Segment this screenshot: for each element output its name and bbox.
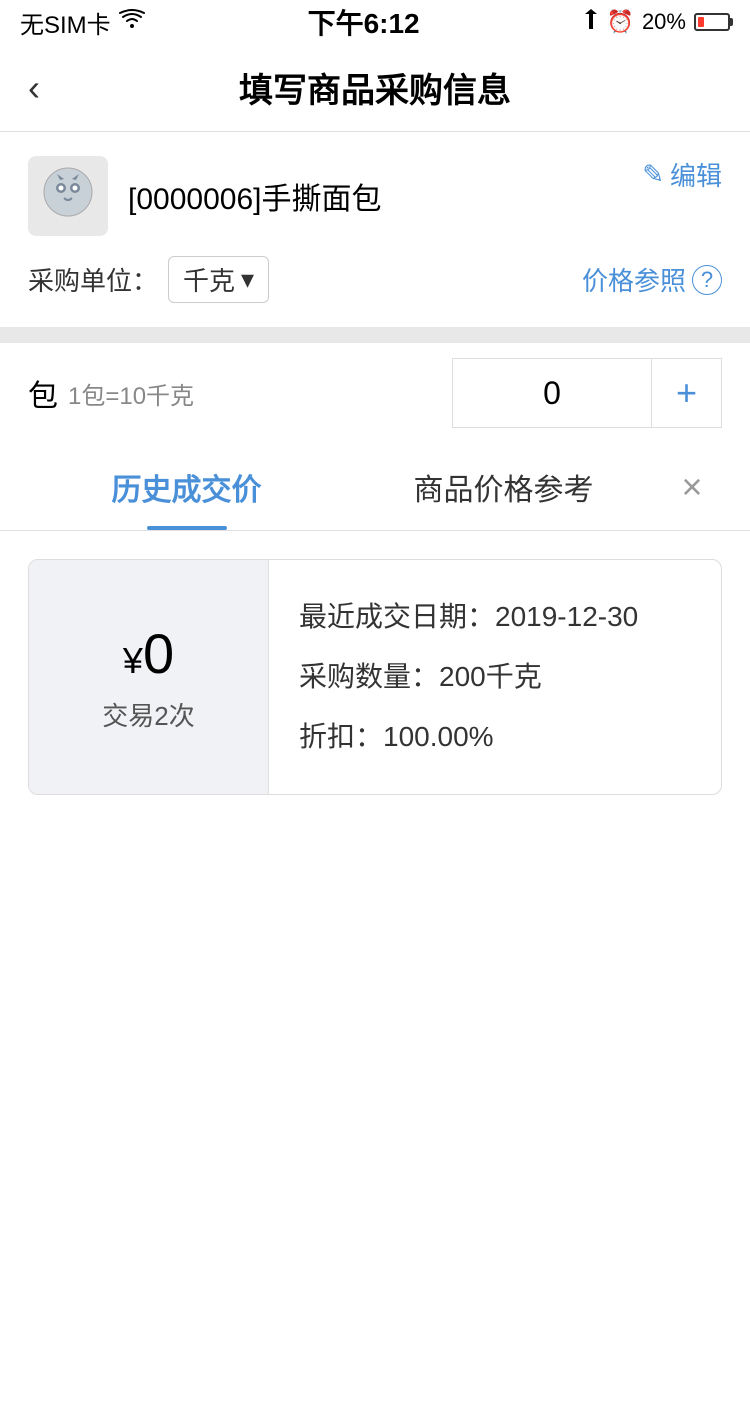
tab-price-ref-label: 商品价格参考 (414, 465, 594, 509)
currency-symbol: ¥ (123, 640, 143, 681)
wifi-icon (119, 8, 145, 36)
unit-selector[interactable]: 千克 ▾ (168, 256, 269, 303)
carrier-label: 无SIM卡 (20, 5, 111, 40)
edit-label: 编辑 (670, 156, 722, 193)
alarm-icon: ⏰ (607, 9, 634, 35)
section-divider (0, 327, 750, 343)
tab-active-indicator (147, 526, 227, 530)
product-info-left: [0000006]手撕面包 (28, 156, 381, 236)
status-bar: 无SIM卡 下午6:12 ⏰ 20% (0, 0, 750, 44)
card-price-value: ¥0 (123, 621, 174, 686)
product-image (28, 156, 108, 236)
status-bar-left: 无SIM卡 (20, 5, 145, 40)
battery-percentage: 20% (642, 9, 686, 35)
panel-close-button[interactable]: × (662, 457, 722, 517)
quantity-input-group: + (452, 358, 722, 428)
recent-date-row: 最近成交日期：2019-12-30 (299, 596, 691, 638)
dropdown-icon: ▾ (241, 264, 254, 295)
edit-icon: ✎ (642, 159, 664, 190)
nav-bar: ‹ 填写商品采购信息 (0, 44, 750, 132)
help-icon: ? (692, 265, 722, 295)
status-bar-right: ⏰ 20% (583, 9, 730, 35)
trade-count: 交易2次 (102, 696, 194, 733)
tab-bar: 历史成交价 商品价格参考 × (0, 443, 750, 531)
back-button[interactable]: ‹ (28, 67, 40, 109)
product-section: [0000006]手撕面包 ✎ 编辑 采购单位： 千克 ▾ 价格参照 ? (0, 132, 750, 327)
date-value: 2019-12-30 (495, 601, 638, 632)
product-thumbnail-icon (42, 166, 94, 227)
qty-label: 采购数量： (299, 661, 439, 692)
qty-value: 200千克 (439, 661, 542, 692)
price-ref-button[interactable]: 价格参照 ? (582, 261, 722, 298)
discount-row: 折扣：100.00% (299, 716, 691, 758)
discount-label: 折扣： (299, 721, 383, 752)
quantity-section: 包 1包=10千克 + (0, 343, 750, 443)
date-label: 最近成交日期： (299, 601, 495, 632)
tab-history-price[interactable]: 历史成交价 (28, 443, 345, 530)
page-title: 填写商品采购信息 (239, 63, 511, 112)
unit-value: 千克 (183, 261, 235, 298)
quantity-input[interactable] (452, 358, 652, 428)
status-bar-time: 下午6:12 (308, 2, 420, 42)
quantity-unit-name: 包 (28, 371, 58, 415)
product-name: [0000006]手撕面包 (128, 174, 381, 218)
product-meta: 采购单位： 千克 ▾ 价格参照 ? (28, 256, 722, 303)
purchase-qty-row: 采购数量：200千克 (299, 656, 691, 698)
quantity-plus-button[interactable]: + (652, 358, 722, 428)
card-details: 最近成交日期：2019-12-30 采购数量：200千克 折扣：100.00% (269, 560, 721, 794)
quantity-label: 包 1包=10千克 (28, 371, 194, 415)
location-icon (583, 9, 599, 35)
battery-icon (694, 13, 730, 31)
price-number: 0 (143, 622, 174, 685)
card-price-summary: ¥0 交易2次 (29, 560, 269, 794)
discount-value: 100.00% (383, 721, 494, 752)
page-body (0, 823, 750, 1423)
panel-section: 历史成交价 商品价格参考 × ¥0 交易2次 最近成交日期：2019-12-30… (0, 443, 750, 823)
price-ref-label: 价格参照 (582, 261, 686, 298)
card-container: ¥0 交易2次 最近成交日期：2019-12-30 采购数量：200千克 折扣：… (0, 531, 750, 823)
product-header: [0000006]手撕面包 ✎ 编辑 (28, 156, 722, 236)
unit-label: 采购单位： (28, 261, 158, 298)
price-card: ¥0 交易2次 最近成交日期：2019-12-30 采购数量：200千克 折扣：… (28, 559, 722, 795)
tab-history-label: 历史成交价 (112, 465, 262, 509)
product-unit: 采购单位： 千克 ▾ (28, 256, 269, 303)
quantity-conversion: 1包=10千克 (68, 376, 194, 411)
edit-button[interactable]: ✎ 编辑 (642, 156, 722, 193)
tab-price-ref[interactable]: 商品价格参考 (345, 443, 662, 530)
